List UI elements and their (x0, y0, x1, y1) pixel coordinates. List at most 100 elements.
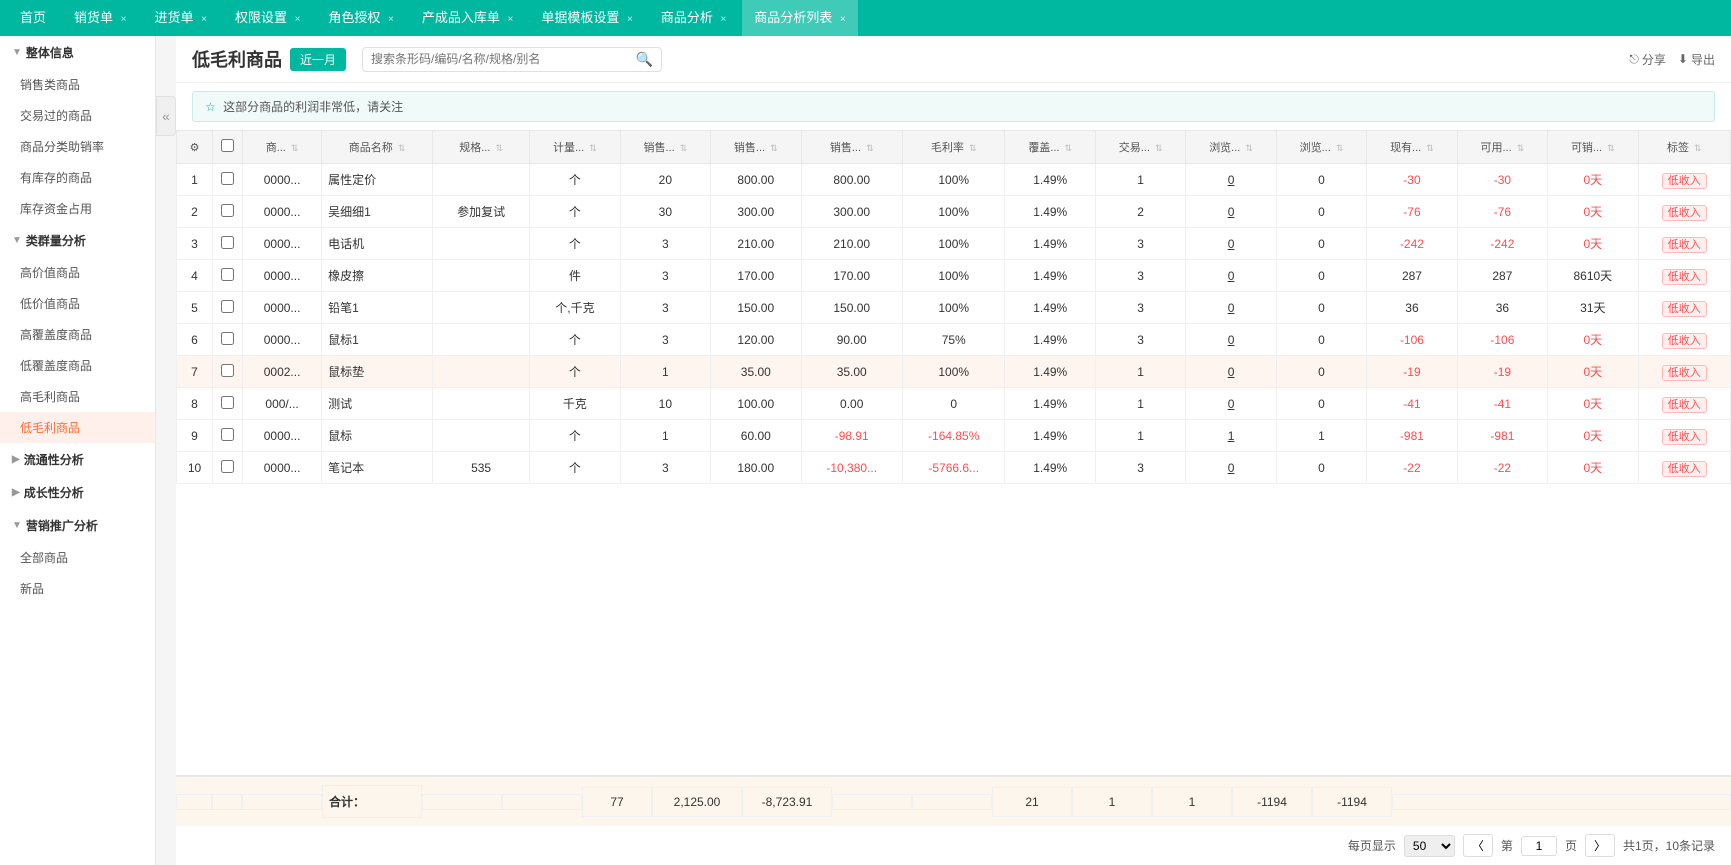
sidebar-item-low-coverage[interactable]: 低覆盖度商品 (0, 350, 155, 381)
page-number-input[interactable] (1521, 836, 1557, 856)
row-checkbox-cell[interactable] (213, 196, 243, 228)
row-browse1[interactable]: 0 (1186, 356, 1276, 388)
row-browse1[interactable]: 0 (1186, 260, 1276, 292)
sidebar-item-low-margin[interactable]: 低毛利商品 (0, 412, 155, 443)
nav-item-home[interactable]: 首页 (8, 0, 58, 36)
sidebar-item-high-value[interactable]: 高价值商品 (0, 257, 155, 288)
row-num: 2 (177, 196, 213, 228)
row-checkbox-cell[interactable] (213, 452, 243, 484)
sidebar-item-in-stock[interactable]: 有库存的商品 (0, 162, 155, 193)
close-icon[interactable]: × (201, 14, 207, 25)
nav-item-analysis-list[interactable]: 商品分析列表 × (742, 0, 857, 36)
next-page-button[interactable]: 〉 (1585, 834, 1615, 857)
row-checkbox-cell[interactable] (213, 164, 243, 196)
close-icon[interactable]: × (627, 14, 633, 25)
nav-item-roles[interactable]: 角色授权 × (316, 0, 405, 36)
search-icon[interactable]: 🔍 (636, 51, 653, 68)
nav-item-analysis[interactable]: 商品分析 × (649, 0, 738, 36)
row-browse1[interactable]: 0 (1186, 452, 1276, 484)
row-checkbox-cell[interactable] (213, 420, 243, 452)
sidebar-item-high-margin[interactable]: 高毛利商品 (0, 381, 155, 412)
total-sale-amount: -8,723.91 (742, 787, 832, 817)
date-filter-button[interactable]: 近一月 (290, 48, 346, 71)
nav-item-template[interactable]: 单据模板设置 × (529, 0, 644, 36)
nav-item-purchase[interactable]: 进货单 × (142, 0, 218, 36)
row-checkbox[interactable] (221, 204, 234, 217)
close-icon[interactable]: × (121, 14, 127, 25)
sidebar-item-traded-goods[interactable]: 交易过的商品 (0, 100, 155, 131)
col-name[interactable]: 商品名称 ⇅ (322, 131, 433, 164)
col-sale-price[interactable]: 销售... ⇅ (711, 131, 801, 164)
col-saleable[interactable]: 可销... ⇅ (1548, 131, 1638, 164)
close-icon[interactable]: × (508, 14, 514, 25)
row-code: 0000... (243, 164, 322, 196)
row-browse1[interactable]: 0 (1186, 388, 1276, 420)
row-checkbox-cell[interactable] (213, 356, 243, 388)
col-browse1[interactable]: 浏览... ⇅ (1186, 131, 1276, 164)
nav-item-permissions[interactable]: 权限设置 × (223, 0, 312, 36)
col-sale-amount[interactable]: 销售... ⇅ (801, 131, 902, 164)
col-spec[interactable]: 规格... ⇅ (433, 131, 530, 164)
export-button[interactable]: ⬇ 导出 (1678, 51, 1715, 68)
sidebar-group-flow[interactable]: ▶ 流通性分析 (0, 443, 155, 476)
sidebar-group-general[interactable]: ▼ 整体信息 (0, 36, 155, 69)
share-button[interactable]: ⎋ 分享 (1629, 51, 1666, 68)
close-icon[interactable]: × (388, 14, 394, 25)
close-icon[interactable]: × (840, 14, 846, 25)
sidebar-item-inventory-funds[interactable]: 库存资金占用 (0, 193, 155, 224)
sidebar-item-all-goods[interactable]: 全部商品 (0, 542, 155, 573)
row-checkbox-cell[interactable] (213, 388, 243, 420)
prev-page-button[interactable]: 〈 (1463, 834, 1493, 857)
row-checkbox[interactable] (221, 364, 234, 377)
row-checkbox[interactable] (221, 396, 234, 409)
row-browse1[interactable]: 0 (1186, 196, 1276, 228)
row-checkbox[interactable] (221, 428, 234, 441)
col-stock[interactable]: 现有... ⇅ (1367, 131, 1457, 164)
close-icon[interactable]: × (295, 14, 301, 25)
sidebar-item-high-coverage[interactable]: 高覆盖度商品 (0, 319, 155, 350)
col-unit[interactable]: 计量... ⇅ (530, 131, 620, 164)
row-browse1[interactable]: 0 (1186, 324, 1276, 356)
row-browse1[interactable]: 0 (1186, 228, 1276, 260)
sidebar-item-new-goods[interactable]: 新品 (0, 573, 155, 604)
row-checkbox[interactable] (221, 236, 234, 249)
col-sale-qty[interactable]: 销售... ⇅ (620, 131, 710, 164)
row-checkbox[interactable] (221, 460, 234, 473)
sidebar-item-low-value[interactable]: 低价值商品 (0, 288, 155, 319)
col-available[interactable]: 可用... ⇅ (1457, 131, 1547, 164)
row-browse1[interactable]: 0 (1186, 164, 1276, 196)
row-checkbox[interactable] (221, 172, 234, 185)
row-browse1[interactable]: 1 (1186, 420, 1276, 452)
col-tag[interactable]: 标签 ⇅ (1638, 131, 1730, 164)
row-checkbox[interactable] (221, 268, 234, 281)
sidebar-collapse-button[interactable]: « (156, 96, 176, 136)
search-input[interactable] (371, 52, 636, 66)
row-sale-amount: 800.00 (801, 164, 902, 196)
nav-item-sales[interactable]: 销货单 × (62, 0, 138, 36)
col-trade[interactable]: 交易... ⇅ (1095, 131, 1185, 164)
select-all-checkbox[interactable] (221, 139, 234, 152)
row-browse1[interactable]: 0 (1186, 292, 1276, 324)
col-code[interactable]: 商... ⇅ (243, 131, 322, 164)
col-gross-rate[interactable]: 毛利率 ⇅ (902, 131, 1005, 164)
row-checkbox[interactable] (221, 332, 234, 345)
row-checkbox[interactable] (221, 300, 234, 313)
row-name: 铅笔1 (322, 292, 433, 324)
row-unit: 个,千克 (530, 292, 620, 324)
col-settings[interactable]: ⚙ (177, 131, 213, 164)
col-checkbox[interactable] (213, 131, 243, 164)
sidebar-group-cluster[interactable]: ▼ 类群量分析 (0, 224, 155, 257)
close-icon[interactable]: × (720, 14, 726, 25)
sidebar-item-category-rate[interactable]: 商品分类助销率 (0, 131, 155, 162)
row-checkbox-cell[interactable] (213, 292, 243, 324)
nav-item-products[interactable]: 产成品入库单 × (410, 0, 525, 36)
row-checkbox-cell[interactable] (213, 260, 243, 292)
col-browse2[interactable]: 浏览... ⇅ (1276, 131, 1366, 164)
row-checkbox-cell[interactable] (213, 228, 243, 260)
sidebar-item-sales-goods[interactable]: 销售类商品 (0, 69, 155, 100)
sidebar-group-growth[interactable]: ▶ 成长性分析 (0, 476, 155, 509)
col-coverage[interactable]: 覆盖... ⇅ (1005, 131, 1095, 164)
sidebar-group-marketing[interactable]: ▼ 营销推广分析 (0, 509, 155, 542)
row-checkbox-cell[interactable] (213, 324, 243, 356)
page-size-select[interactable]: 50 100 200 (1404, 835, 1455, 857)
